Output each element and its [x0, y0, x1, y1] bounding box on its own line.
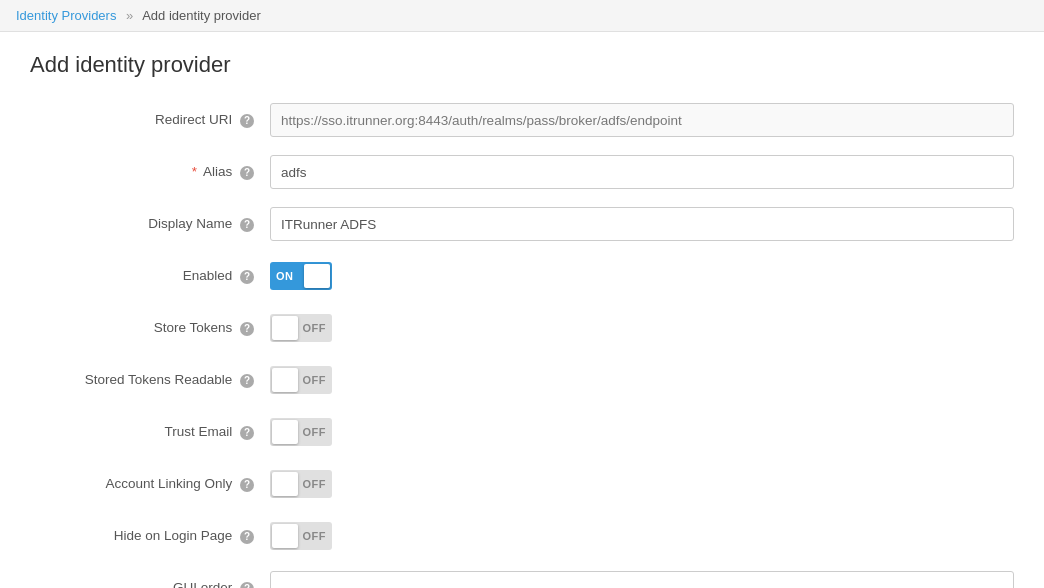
enabled-toggle-label: ON: [270, 270, 300, 282]
redirect-uri-group: Redirect URI ?: [30, 102, 1014, 138]
gui-order-input[interactable]: [270, 571, 1014, 588]
page-title: Add identity provider: [30, 52, 1014, 78]
hide-on-login-page-label: Hide on Login Page ?: [30, 528, 270, 543]
account-linking-only-label: Account Linking Only ?: [30, 476, 270, 491]
stored-tokens-readable-toggle-label: OFF: [297, 374, 333, 386]
trust-email-thumb: [272, 420, 298, 444]
gui-order-help-icon[interactable]: ?: [240, 582, 254, 588]
alias-group: * Alias ?: [30, 154, 1014, 190]
redirect-uri-input: [270, 103, 1014, 137]
breadcrumb-parent-link[interactable]: Identity Providers: [16, 8, 116, 23]
store-tokens-toggle-label: OFF: [297, 322, 333, 334]
store-tokens-label: Store Tokens ?: [30, 320, 270, 335]
account-linking-only-thumb: [272, 472, 298, 496]
store-tokens-toggle-thumb: [272, 316, 298, 340]
trust-email-group: Trust Email ? OFF: [30, 414, 1014, 450]
stored-tokens-readable-group: Stored Tokens Readable ? OFF: [30, 362, 1014, 398]
alias-label: * Alias ?: [30, 164, 270, 179]
enabled-toggle-thumb: [304, 264, 330, 288]
redirect-uri-label: Redirect URI ?: [30, 112, 270, 127]
gui-order-group: GUI order ?: [30, 570, 1014, 588]
enabled-group: Enabled ? ON: [30, 258, 1014, 294]
hide-on-login-page-group: Hide on Login Page ? OFF: [30, 518, 1014, 554]
hide-on-login-page-toggle-label: OFF: [297, 530, 333, 542]
alias-input[interactable]: [270, 155, 1014, 189]
trust-email-toggle-label: OFF: [297, 426, 333, 438]
stored-tokens-readable-thumb: [272, 368, 298, 392]
stored-tokens-readable-toggle[interactable]: OFF: [270, 366, 332, 394]
redirect-uri-help-icon[interactable]: ?: [240, 114, 254, 128]
store-tokens-help-icon[interactable]: ?: [240, 322, 254, 336]
page-content: Add identity provider Redirect URI ? * A…: [0, 32, 1044, 588]
display-name-input[interactable]: [270, 207, 1014, 241]
stored-tokens-readable-label: Stored Tokens Readable ?: [30, 372, 270, 387]
alias-help-icon[interactable]: ?: [240, 166, 254, 180]
hide-on-login-page-toggle[interactable]: OFF: [270, 522, 332, 550]
account-linking-only-toggle-label: OFF: [297, 478, 333, 490]
account-linking-only-group: Account Linking Only ? OFF: [30, 466, 1014, 502]
display-name-label: Display Name ?: [30, 216, 270, 231]
breadcrumb: Identity Providers » Add identity provid…: [0, 0, 1044, 32]
account-linking-only-toggle[interactable]: OFF: [270, 470, 332, 498]
trust-email-label: Trust Email ?: [30, 424, 270, 439]
enabled-label: Enabled ?: [30, 268, 270, 283]
account-linking-only-help-icon[interactable]: ?: [240, 478, 254, 492]
enabled-toggle[interactable]: ON: [270, 262, 332, 290]
display-name-help-icon[interactable]: ?: [240, 218, 254, 232]
display-name-group: Display Name ?: [30, 206, 1014, 242]
store-tokens-toggle[interactable]: OFF: [270, 314, 332, 342]
enabled-help-icon[interactable]: ?: [240, 270, 254, 284]
breadcrumb-current: Add identity provider: [142, 8, 261, 23]
breadcrumb-separator: »: [126, 8, 133, 23]
hide-on-login-page-help-icon[interactable]: ?: [240, 530, 254, 544]
hide-on-login-page-thumb: [272, 524, 298, 548]
store-tokens-group: Store Tokens ? OFF: [30, 310, 1014, 346]
trust-email-help-icon[interactable]: ?: [240, 426, 254, 440]
trust-email-toggle[interactable]: OFF: [270, 418, 332, 446]
stored-tokens-readable-help-icon[interactable]: ?: [240, 374, 254, 388]
gui-order-label: GUI order ?: [30, 580, 270, 588]
